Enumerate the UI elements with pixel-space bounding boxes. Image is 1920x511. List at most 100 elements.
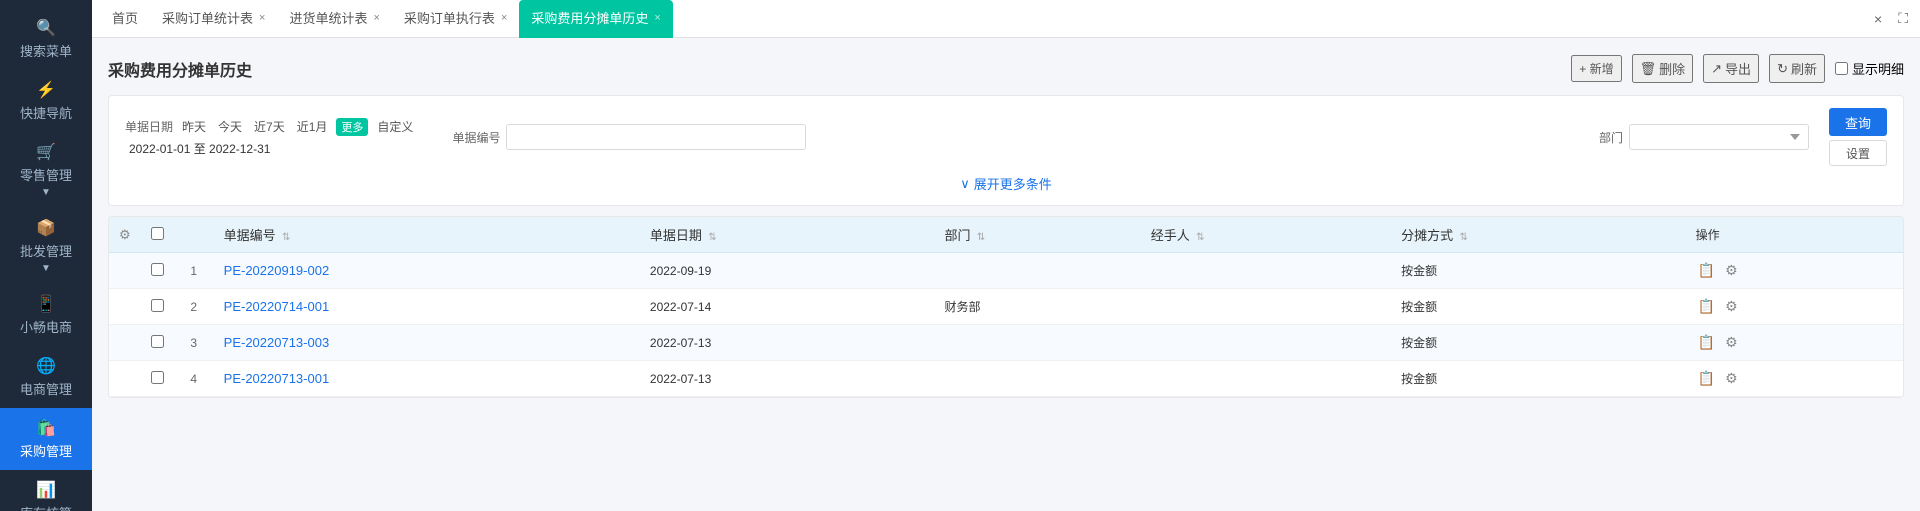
window-maximize-button[interactable]: ⛶: [1894, 8, 1912, 29]
col-dept: 部门 ⇅: [934, 217, 1140, 253]
more-icon[interactable]: ⚙: [1723, 368, 1740, 389]
col-doc-date-label: 单据日期: [650, 228, 702, 243]
row-checkbox[interactable]: [151, 299, 164, 312]
row-split-method-cell: 按金额: [1391, 325, 1686, 361]
close-tab-incoming-summary[interactable]: ×: [373, 12, 379, 24]
shortcut-7days[interactable]: 近7天: [251, 117, 288, 136]
more-icon[interactable]: ⚙: [1723, 296, 1740, 317]
export-label: 导出: [1725, 59, 1751, 78]
row-split-method-cell: 按金额: [1391, 289, 1686, 325]
dept-filter: 部门 财务部: [1599, 124, 1809, 150]
tab-purchase-execution[interactable]: 采购订单执行表 ×: [392, 0, 519, 38]
sidebar-item-label: 零售管理: [20, 165, 72, 184]
doc-number-link[interactable]: PE-20220919-002: [224, 263, 330, 278]
sidebar-item-label: 电商管理: [20, 379, 72, 398]
sidebar-item-purchase[interactable]: 🛍️ 采购管理: [0, 408, 92, 470]
sidebar-item-miniapp[interactable]: 📱 小畅电商: [0, 284, 92, 346]
doc-number-link[interactable]: PE-20220713-003: [224, 335, 330, 350]
row-split-method-cell: 按金额: [1391, 361, 1686, 397]
row-checkbox[interactable]: [151, 335, 164, 348]
date-shortcuts: 昨天 今天 近7天 近1月 更多 自定义: [179, 117, 416, 136]
sidebar-item-shortcuts[interactable]: ⚡ 快捷导航: [0, 70, 92, 132]
table-row: 1 PE-20220919-002 2022-09-19 按金额 📋 ⚙: [109, 253, 1903, 289]
row-doc-number-cell: PE-20220713-003: [214, 325, 640, 361]
sort-doc-date-icon[interactable]: ⇅: [708, 232, 716, 243]
export-button[interactable]: ↗ 导出: [1703, 54, 1759, 83]
sidebar-item-retail[interactable]: 🛒 零售管理 ▼: [0, 132, 92, 208]
tab-purchase-cost[interactable]: 采购费用分摊单历史 ×: [519, 0, 672, 38]
doc-number-input[interactable]: [506, 124, 806, 150]
more-icon[interactable]: ⚙: [1723, 332, 1740, 353]
show-columns-toggle[interactable]: 显示明细: [1835, 59, 1904, 78]
show-columns-label: 显示明细: [1852, 59, 1904, 78]
edit-icon[interactable]: 📋: [1696, 296, 1717, 317]
row-handler-cell: [1141, 361, 1391, 397]
table-row: 2 PE-20220714-001 2022-07-14 财务部 按金额 📋 ⚙: [109, 289, 1903, 325]
box-icon: 📦: [36, 218, 56, 238]
filter-actions: 查询 设置: [1829, 108, 1887, 166]
refresh-button[interactable]: ↻ 刷新: [1769, 54, 1825, 83]
col-split-method: 分摊方式 ⇅: [1391, 217, 1686, 253]
sort-split-method-icon[interactable]: ⇅: [1459, 232, 1467, 243]
sidebar: 🔍 搜索菜单 ⚡ 快捷导航 🛒 零售管理 ▼ 📦 批发管理 ▼ 📱 小畅电商 🌐…: [0, 0, 92, 511]
shortcut-yesterday[interactable]: 昨天: [179, 117, 209, 136]
row-split-method-cell: 按金额: [1391, 253, 1686, 289]
row-settings-cell: [109, 325, 141, 361]
tab-purchase-execution-label: 采购订单执行表: [404, 8, 495, 27]
show-columns-checkbox[interactable]: [1835, 62, 1848, 75]
window-close-button[interactable]: ×: [1870, 9, 1886, 29]
table-row: 4 PE-20220713-001 2022-07-13 按金额 📋 ⚙: [109, 361, 1903, 397]
tab-home[interactable]: 首页: [100, 0, 150, 38]
row-checkbox-cell: [141, 253, 174, 289]
close-tab-purchase-execution[interactable]: ×: [501, 12, 507, 24]
sidebar-item-inventory[interactable]: 📊 库存核算: [0, 470, 92, 511]
dept-select[interactable]: 财务部: [1629, 124, 1809, 150]
row-num-cell: 1: [174, 253, 214, 289]
data-table-container: ⚙ 单据编号 ⇅ 单据日期 ⇅: [108, 216, 1904, 398]
row-num-cell: 3: [174, 325, 214, 361]
date-filter-label: 单据日期: [125, 118, 173, 135]
table-header-row: ⚙ 单据编号 ⇅ 单据日期 ⇅: [109, 217, 1903, 253]
refresh-icon: ↻: [1777, 61, 1788, 77]
row-settings-cell: [109, 289, 141, 325]
close-tab-purchase-cost[interactable]: ×: [654, 12, 660, 24]
sort-dept-icon[interactable]: ⇅: [977, 232, 985, 243]
query-button[interactable]: 查询: [1829, 108, 1887, 136]
column-settings-icon[interactable]: ⚙: [119, 227, 131, 242]
shortcut-1month[interactable]: 近1月: [294, 117, 331, 136]
edit-icon[interactable]: 📋: [1696, 332, 1717, 353]
row-dept-cell: [934, 325, 1140, 361]
row-checkbox[interactable]: [151, 263, 164, 276]
doc-number-link[interactable]: PE-20220713-001: [224, 371, 330, 386]
select-all-checkbox[interactable]: [151, 227, 164, 240]
delete-icon: 🗑: [1640, 61, 1657, 77]
sort-handler-icon[interactable]: ⇅: [1196, 232, 1204, 243]
doc-number-link[interactable]: PE-20220714-001: [224, 299, 330, 314]
sidebar-item-wholesale[interactable]: 📦 批发管理 ▼: [0, 208, 92, 284]
tab-purchase-summary[interactable]: 采购订单统计表 ×: [150, 0, 277, 38]
row-checkbox[interactable]: [151, 371, 164, 384]
add-button[interactable]: + 新增: [1571, 55, 1621, 82]
col-settings: ⚙: [109, 217, 141, 253]
sort-doc-number-icon[interactable]: ⇅: [282, 232, 290, 243]
globe-icon: 🌐: [36, 356, 56, 376]
more-icon[interactable]: ⚙: [1723, 260, 1740, 281]
delete-button[interactable]: 🗑 删除: [1632, 54, 1694, 83]
sidebar-item-ecommerce[interactable]: 🌐 电商管理: [0, 346, 92, 408]
expand-row: ∨ 展开更多条件: [125, 174, 1887, 193]
expand-more-button[interactable]: ∨ 展开更多条件: [960, 174, 1052, 193]
sidebar-item-search[interactable]: 🔍 搜索菜单: [0, 8, 92, 70]
edit-icon[interactable]: 📋: [1696, 260, 1717, 281]
tab-bar: 首页 采购订单统计表 × 进货单统计表 × 采购订单执行表 × 采购费用分摊单历…: [92, 0, 1920, 38]
filter-settings-button[interactable]: 设置: [1829, 140, 1887, 166]
shortcut-more[interactable]: 更多: [336, 118, 368, 136]
row-settings-cell: [109, 361, 141, 397]
page-title: 采购费用分摊单历史: [108, 57, 252, 81]
edit-icon[interactable]: 📋: [1696, 368, 1717, 389]
shortcut-today[interactable]: 今天: [215, 117, 245, 136]
tab-incoming-summary[interactable]: 进货单统计表 ×: [277, 0, 391, 38]
close-tab-purchase-summary[interactable]: ×: [259, 12, 265, 24]
row-settings-cell: [109, 253, 141, 289]
row-dept-cell: [934, 361, 1140, 397]
shortcut-custom[interactable]: 自定义: [374, 117, 416, 136]
